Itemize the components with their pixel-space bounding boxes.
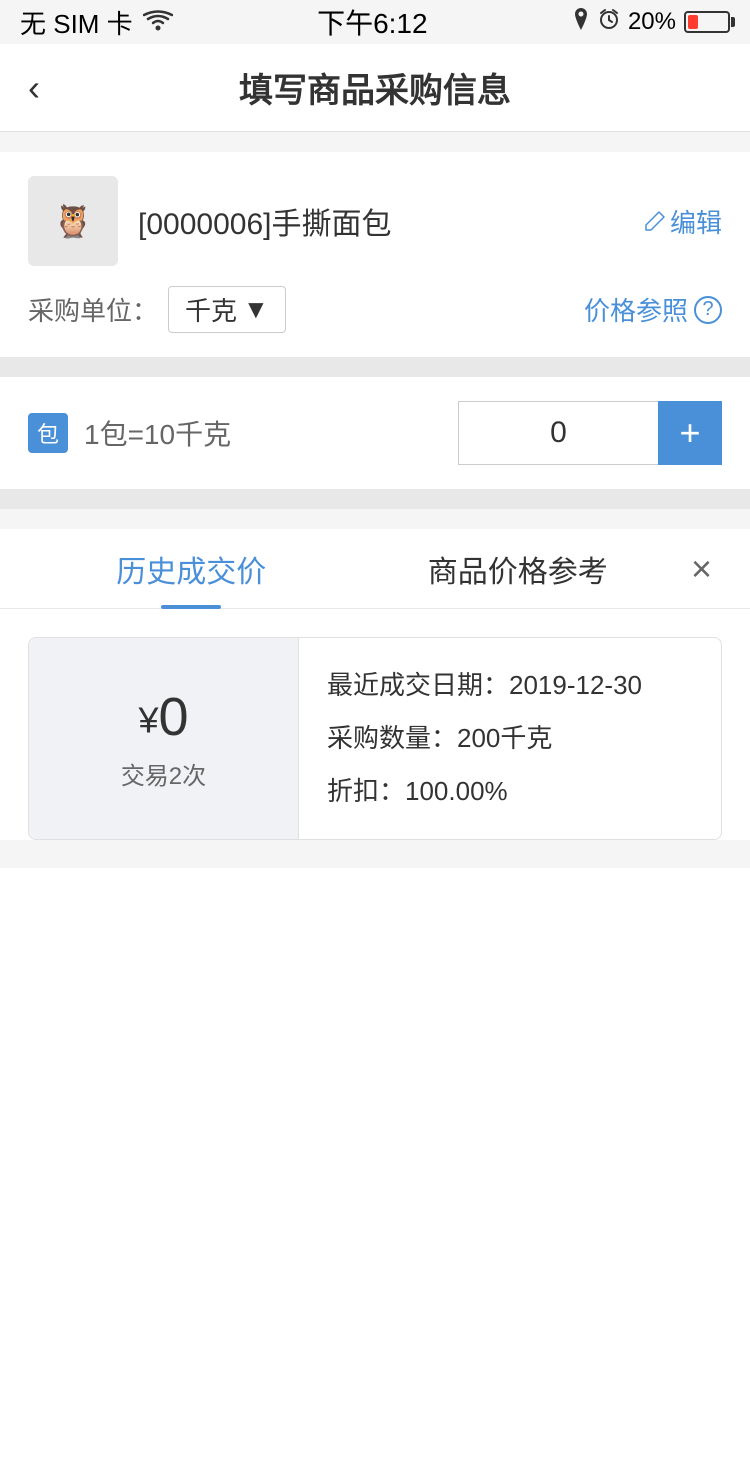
discount-value: 100.00% [405, 776, 508, 806]
section-divider [0, 357, 750, 377]
product-thumbnail: 🦉 [28, 176, 118, 266]
last-transaction-date: 最近成交日期：2019-12-30 [327, 666, 693, 705]
tab-product-price[interactable]: 商品价格参考 [354, 529, 680, 609]
history-card: ¥0 交易2次 最近成交日期：2019-12-30 采购数量：200千克 折扣：… [28, 637, 722, 840]
location-icon [572, 8, 590, 37]
tab-section: 历史成交价 商品价格参考 × ¥0 交易2次 最近成交日期：2019-12-30… [0, 529, 750, 840]
product-header: 🦉 [0000006]手撕面包 编辑 [28, 176, 722, 266]
status-time: 下午6:12 [317, 2, 428, 42]
bottom-area [0, 868, 750, 1468]
unit-value: 千克 [185, 291, 237, 328]
price-value: 0 [158, 687, 188, 747]
alarm-icon [598, 8, 620, 37]
wifi-icon [143, 7, 173, 38]
product-name: [0000006]手撕面包 [138, 199, 391, 243]
history-price: ¥0 [138, 686, 188, 748]
page-title: 填写商品采购信息 [239, 63, 511, 112]
no-sim-text: 无 SIM 卡 [20, 4, 133, 41]
quantity-label: 采购数量： [327, 723, 457, 753]
product-unit-row: 采购单位： 千克 ▼ 价格参照 ? [28, 286, 722, 333]
battery-icon [684, 11, 730, 33]
package-label: 包 [37, 417, 59, 449]
quantity-left: 包 1包=10千克 [28, 413, 231, 453]
unit-dropdown[interactable]: 千克 ▼ [168, 286, 286, 333]
edit-button[interactable]: 编辑 [644, 203, 722, 240]
price-reference-button[interactable]: 价格参照 ? [584, 291, 722, 328]
history-card-left: ¥0 交易2次 [29, 638, 299, 839]
quantity-unit-desc: 1包=10千克 [84, 413, 231, 453]
status-bar: 无 SIM 卡 下午6:12 20% [0, 0, 750, 44]
transaction-count: 交易2次 [121, 756, 206, 791]
battery-percentage: 20% [628, 8, 676, 36]
currency-symbol: ¥ [138, 700, 158, 741]
product-logo-icon: 🦉 [53, 202, 93, 240]
status-left: 无 SIM 卡 [20, 4, 173, 41]
tab-history-price[interactable]: 历史成交价 [28, 529, 354, 609]
quantity-row: 包 1包=10千克 + [0, 377, 750, 489]
product-left: 🦉 [0000006]手撕面包 [28, 176, 391, 266]
date-label: 最近成交日期： [327, 670, 509, 700]
unit-label: 采购单位： [28, 291, 158, 328]
history-card-right: 最近成交日期：2019-12-30 采购数量：200千克 折扣：100.00% [299, 638, 721, 839]
status-right: 20% [572, 8, 730, 37]
discount-label: 折扣： [327, 776, 405, 806]
edit-icon [644, 210, 666, 232]
purchase-quantity: 采购数量：200千克 [327, 719, 693, 758]
help-icon: ? [694, 296, 722, 324]
edit-label: 编辑 [670, 203, 722, 240]
quantity-input-group: + [458, 401, 722, 465]
discount-info: 折扣：100.00% [327, 772, 693, 811]
quantity-plus-button[interactable]: + [658, 401, 722, 465]
product-card: 🦉 [0000006]手撕面包 编辑 采购单位： 千克 ▼ 价格参照 ? [0, 152, 750, 357]
quantity-detail-value: 200千克 [457, 723, 552, 753]
tab-header: 历史成交价 商品价格参考 × [0, 529, 750, 609]
tab-history-label: 历史成交价 [116, 547, 266, 591]
section-divider-2 [0, 489, 750, 509]
tab-close-button[interactable]: × [681, 548, 722, 590]
date-value: 2019-12-30 [509, 670, 642, 700]
dropdown-arrow-icon: ▼ [243, 294, 269, 325]
package-icon: 包 [28, 413, 68, 453]
unit-selector: 采购单位： 千克 ▼ [28, 286, 286, 333]
quantity-input[interactable] [458, 401, 658, 465]
tab-product-label: 商品价格参考 [428, 547, 608, 591]
nav-bar: ‹ 填写商品采购信息 [0, 44, 750, 132]
price-ref-label: 价格参照 [584, 291, 688, 328]
back-button[interactable]: ‹ [28, 67, 40, 109]
